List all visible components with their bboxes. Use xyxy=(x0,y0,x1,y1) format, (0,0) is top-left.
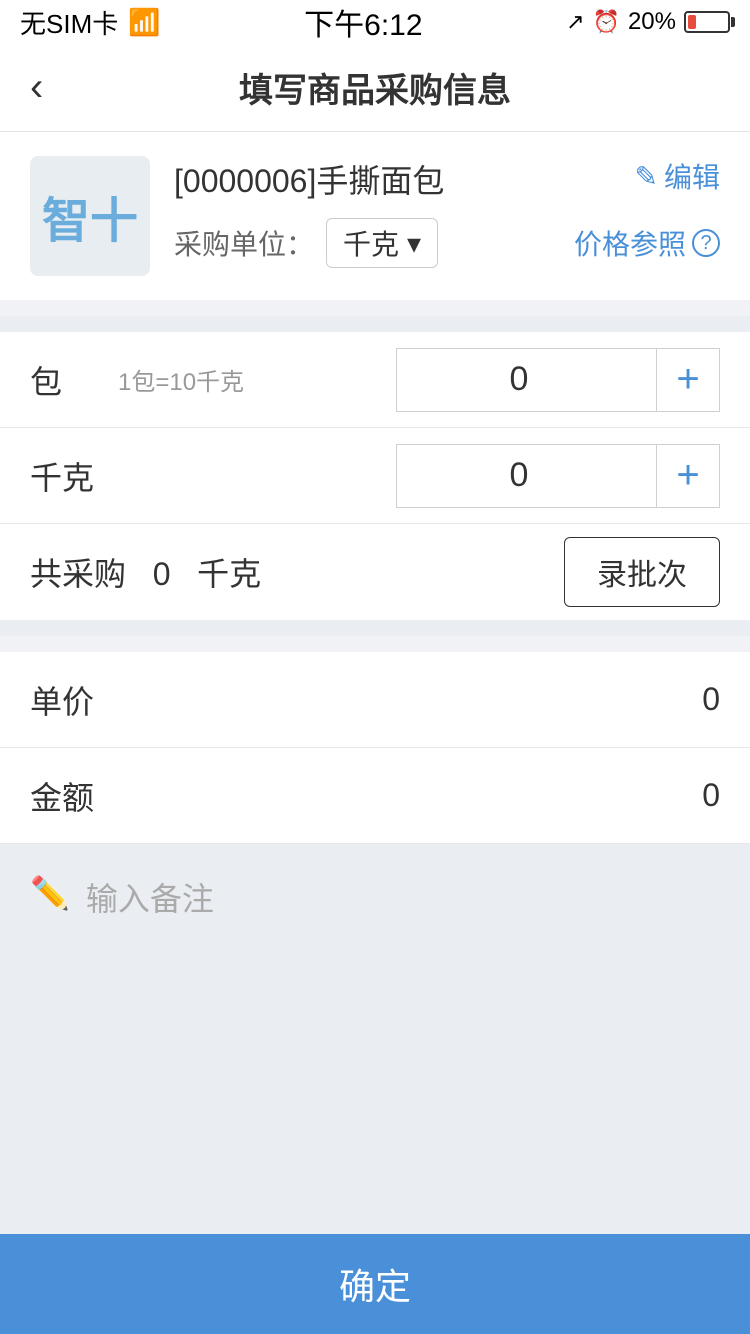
section-divider-2 xyxy=(0,620,750,636)
battery-icon xyxy=(684,11,730,33)
edit-link[interactable]: ✎ 编辑 xyxy=(635,156,720,196)
total-row: 共采购 0 千克 录批次 xyxy=(0,524,750,620)
input-section: 包 1包=10千克 + 千克 + xyxy=(0,332,750,524)
info-icon: ? xyxy=(692,229,720,257)
kg-plus-button[interactable]: + xyxy=(656,444,720,508)
kg-input-row: 千克 + xyxy=(0,428,750,524)
bottom-space xyxy=(0,950,750,1250)
total-unit: 千克 xyxy=(197,556,261,592)
nav-bar: ‹ 填写商品采购信息 xyxy=(0,44,750,132)
status-bar: 无SIM卡 📶 下午6:12 ↗ ⏰ 20% xyxy=(0,0,750,44)
pencil-icon: ✏️ xyxy=(30,874,70,912)
battery-fill xyxy=(688,15,696,29)
product-card: 智十 [0000006]手撕面包 ✎ 编辑 采购单位： 千克 ▾ 价格参照 ? xyxy=(0,132,750,300)
battery-percent: 20% xyxy=(628,8,676,36)
remarks-placeholder: 输入备注 xyxy=(86,874,214,920)
status-right: ↗ ⏰ 20% xyxy=(566,8,730,36)
back-button[interactable]: ‹ xyxy=(30,65,43,110)
dropdown-icon: ▾ xyxy=(407,227,421,260)
bag-input-right: + xyxy=(396,348,720,412)
kg-label: 千克 xyxy=(30,453,110,499)
alarm-icon: ⏰ xyxy=(593,9,620,35)
edit-label: 编辑 xyxy=(664,156,720,196)
unit-selector[interactable]: 千克 ▾ xyxy=(326,218,438,268)
unit-price-label: 单价 xyxy=(30,677,94,723)
total-label-text: 共采购 xyxy=(30,556,126,592)
location-icon: ↗ xyxy=(566,9,584,35)
product-name: [0000006]手撕面包 xyxy=(174,156,444,202)
record-batch-button[interactable]: 录批次 xyxy=(564,537,720,607)
remarks-section[interactable]: ✏️ 输入备注 xyxy=(0,844,750,950)
product-image: 智十 xyxy=(30,156,150,276)
bag-sub-label: 1包=10千克 xyxy=(118,362,244,397)
kg-input-right: + xyxy=(396,444,720,508)
wifi-icon: 📶 xyxy=(128,7,160,38)
carrier-text: 无SIM卡 xyxy=(20,4,118,41)
kg-input[interactable] xyxy=(396,444,656,508)
product-name-row: [0000006]手撕面包 ✎ 编辑 xyxy=(174,156,720,202)
total-value: 0 xyxy=(153,556,171,592)
amount-label: 金额 xyxy=(30,773,94,819)
page-title: 填写商品采购信息 xyxy=(239,63,511,112)
product-info: [0000006]手撕面包 ✎ 编辑 采购单位： 千克 ▾ 价格参照 ? xyxy=(174,156,720,268)
bag-input-row: 包 1包=10千克 + xyxy=(0,332,750,428)
unit-label: 采购单位： xyxy=(174,223,314,263)
edit-icon: ✎ xyxy=(635,160,658,193)
price-ref-button[interactable]: 价格参照 ? xyxy=(574,223,720,263)
bag-input[interactable] xyxy=(396,348,656,412)
purchase-unit-row: 采购单位： 千克 ▾ 价格参照 ? xyxy=(174,218,720,268)
bag-plus-button[interactable]: + xyxy=(656,348,720,412)
confirm-button[interactable]: 确定 xyxy=(0,1234,750,1334)
total-label: 共采购 0 千克 xyxy=(30,549,261,595)
unit-price-row: 单价 0 xyxy=(0,652,750,748)
unit-selector-group: 采购单位： 千克 ▾ xyxy=(174,218,438,268)
price-ref-label: 价格参照 xyxy=(574,223,686,263)
amount-value: 0 xyxy=(702,777,720,814)
bag-label: 包 xyxy=(30,357,110,403)
status-time: 下午6:12 xyxy=(304,0,422,44)
unit-value: 千克 xyxy=(343,223,399,263)
status-left: 无SIM卡 📶 xyxy=(20,4,161,41)
product-logo: 智十 xyxy=(42,181,138,251)
section-divider-1 xyxy=(0,316,750,332)
amount-row: 金额 0 xyxy=(0,748,750,844)
unit-price-value: 0 xyxy=(702,681,720,718)
info-section: 单价 0 金额 0 xyxy=(0,652,750,844)
